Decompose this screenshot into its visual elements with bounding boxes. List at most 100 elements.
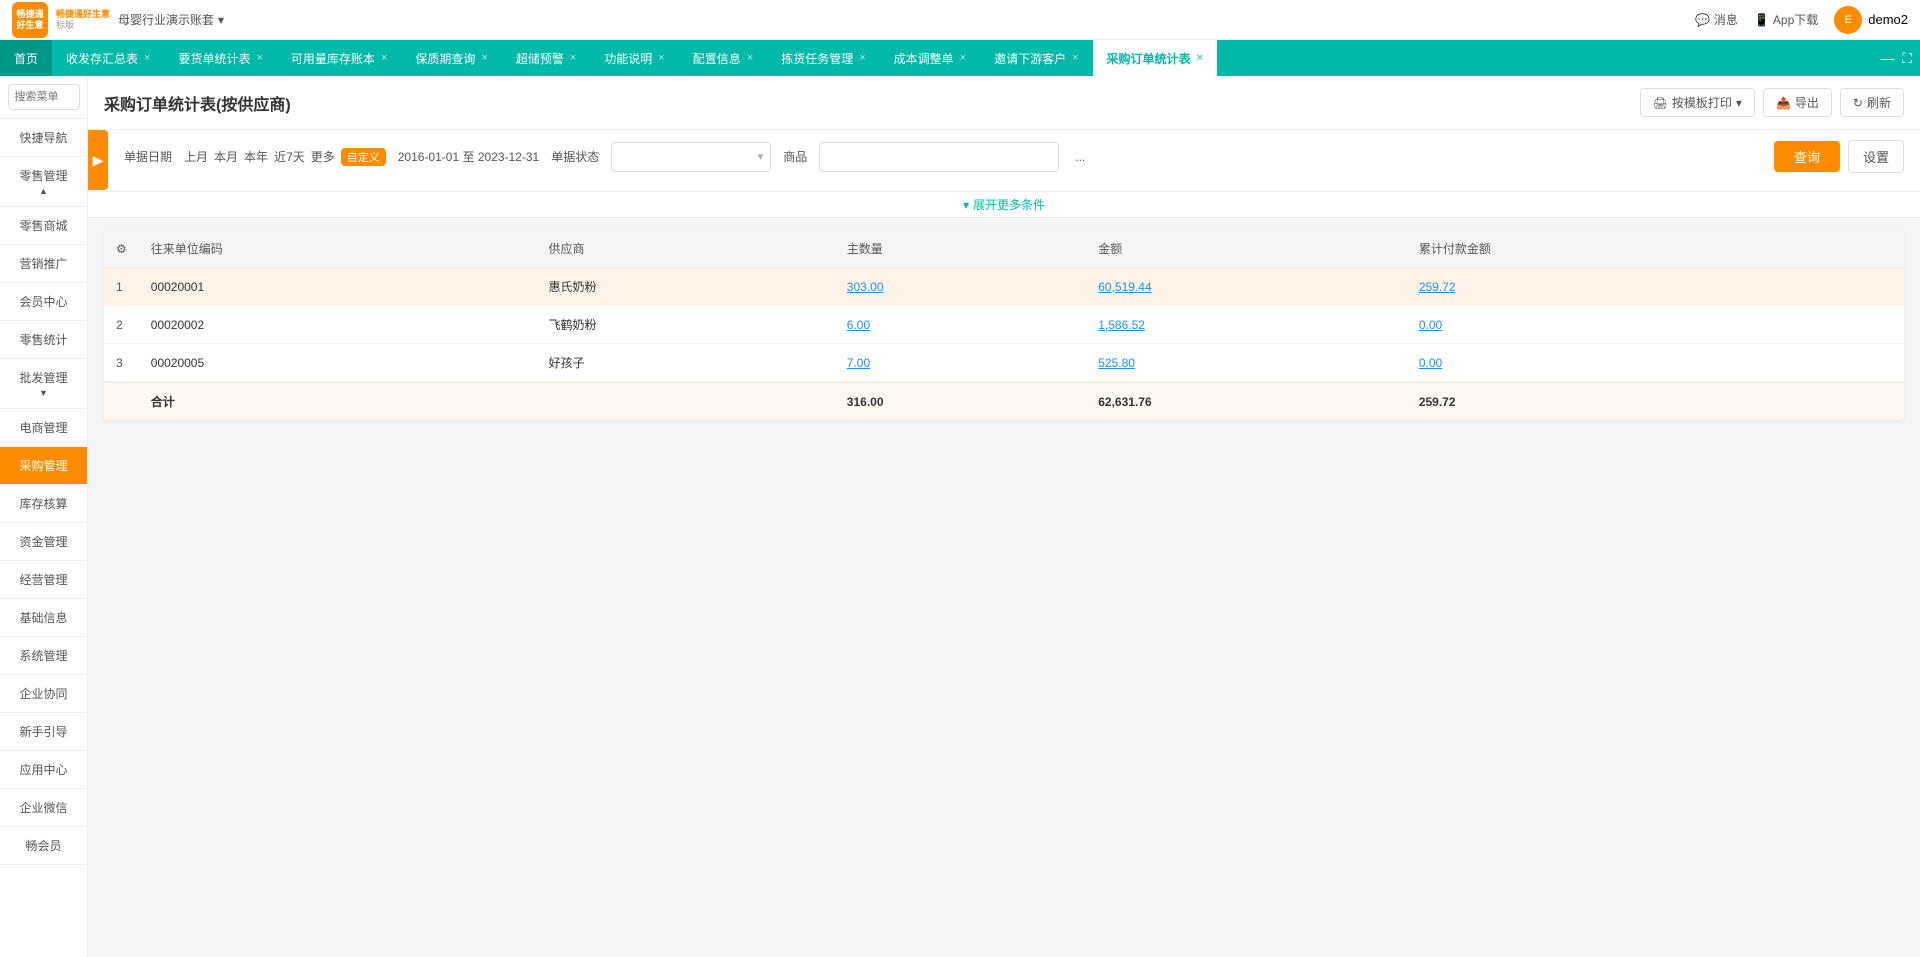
col-settings[interactable]: ⚙ (104, 230, 139, 268)
sidebar-item-quick-nav[interactable]: 快捷导航 (0, 119, 87, 157)
workspace-selector[interactable]: 母婴行业演示账套 ▾ (118, 11, 224, 28)
date-custom-badge[interactable]: 自定义 (341, 148, 386, 166)
status-select[interactable] (611, 142, 771, 172)
nav-tab-cost-adjust[interactable]: 成本调整单 × (880, 40, 980, 76)
row-index: 3 (104, 344, 139, 383)
sidebar-item-label: 批发管理 (19, 369, 67, 386)
nav-tab-pick-task[interactable]: 拣货任务管理 × (767, 40, 879, 76)
close-icon[interactable]: × (1197, 52, 1203, 64)
close-icon[interactable]: × (144, 52, 150, 64)
status-select-wrapper (611, 142, 771, 172)
col-supplier-header: 供应商 (536, 230, 834, 268)
sidebar-item-purchase[interactable]: 采购管理 (0, 447, 87, 485)
sidebar-item-marketing[interactable]: 营销推广 (0, 245, 87, 283)
sidebar-item-retail-stats[interactable]: 零售统计 (0, 321, 87, 359)
sidebar-item-ecommerce[interactable]: 电商管理 (0, 409, 87, 447)
close-icon[interactable]: × (859, 52, 865, 64)
row-amount[interactable]: 1,586.52 (1086, 306, 1407, 344)
sidebar-item-wechat[interactable]: 企业微信 (0, 789, 87, 827)
more-icon[interactable]: ... (1075, 150, 1085, 164)
data-table: ⚙ 往来单位编码 供应商 主数量 金额 累计付款金额 1 00020001 (104, 230, 1904, 420)
close-icon[interactable]: × (747, 52, 753, 64)
sidebar-item-inventory[interactable]: 库存核算 (0, 485, 87, 523)
sidebar-item-basic-info[interactable]: 基础信息 (0, 599, 87, 637)
row-amount[interactable]: 525.80 (1086, 344, 1407, 383)
workspace-arrow-icon: ▾ (218, 13, 224, 27)
download-icon: 📱 (1754, 13, 1769, 27)
message-button[interactable]: 💬 消息 (1695, 11, 1738, 28)
close-icon[interactable]: × (570, 52, 576, 64)
maximize-icon[interactable]: ⛶ (1902, 50, 1912, 67)
row-quantity[interactable]: 6.00 (835, 306, 1086, 344)
row-supplier: 好孩子 (536, 344, 834, 383)
table-footer: 合计 316.00 62,631.76 259.72 (104, 382, 1904, 420)
chevron-down-icon: ▼ (39, 388, 48, 398)
sidebar-item-operations[interactable]: 经营管理 (0, 561, 87, 599)
sidebar-item-retail-mgmt[interactable]: 零售管理 ▲ (0, 157, 87, 207)
sidebar-item-finance[interactable]: 资金管理 (0, 523, 87, 561)
sidebar-item-wholesale[interactable]: 批发管理 ▼ (0, 359, 87, 409)
sidebar-item-system[interactable]: 系统管理 (0, 637, 87, 675)
sidebar-item-app-center[interactable]: 应用中心 (0, 751, 87, 789)
user-menu[interactable]: E demo2 (1834, 6, 1908, 34)
row-supplier: 飞鹤奶粉 (536, 306, 834, 344)
tab-label: 收发存汇总表 (66, 50, 138, 67)
date-shortcut-last-month[interactable]: 上月 (184, 148, 208, 165)
arrow-right-icon: ▶ (93, 152, 104, 169)
row-extra (1805, 344, 1904, 383)
close-icon[interactable]: × (256, 52, 262, 64)
nav-tab-available-stock[interactable]: 可用量库存账本 × (277, 40, 401, 76)
row-extra (1805, 306, 1904, 344)
row-amount[interactable]: 60,519.44 (1086, 268, 1407, 306)
row-paid[interactable]: 0.00 (1407, 306, 1805, 344)
sidebar-item-newbie[interactable]: 新手引导 (0, 713, 87, 751)
print-button[interactable]: 🖨 按模板打印 ▾ (1640, 88, 1755, 117)
refresh-icon: ↻ (1853, 96, 1863, 110)
sidebar-item-members[interactable]: 会员中心 (0, 283, 87, 321)
search-input[interactable] (8, 84, 80, 110)
close-icon[interactable]: × (481, 52, 487, 64)
date-shortcut-this-month[interactable]: 本月 (214, 148, 238, 165)
sidebar-item-label: 零售管理 (19, 167, 67, 184)
minimize-icon[interactable]: — (1880, 50, 1894, 66)
close-icon[interactable]: × (381, 52, 387, 64)
nav-tab-help[interactable]: 功能说明 × (590, 40, 678, 76)
sidebar-item-member-plan[interactable]: 畅会员 (0, 827, 87, 865)
close-icon[interactable]: × (658, 52, 664, 64)
row-quantity[interactable]: 7.00 (835, 344, 1086, 383)
nav-tab-config[interactable]: 配置信息 × (679, 40, 767, 76)
filter-expand-arrow[interactable]: ▶ (88, 130, 108, 190)
nav-tab-purchase-stats[interactable]: 采购订单统计表 × (1093, 40, 1217, 76)
query-button[interactable]: 查询 (1774, 141, 1840, 172)
nav-tab-receive-summary[interactable]: 收发存汇总表 × (52, 40, 164, 76)
table-header-row: ⚙ 往来单位编码 供应商 主数量 金额 累计付款金额 (104, 230, 1904, 268)
nav-tab-order-stats[interactable]: 要货单统计表 × (164, 40, 276, 76)
nav-tab-home[interactable]: 首页 (0, 40, 52, 76)
sidebar-item-enterprise[interactable]: 企业协同 (0, 675, 87, 713)
table-wrapper: ⚙ 往来单位编码 供应商 主数量 金额 累计付款金额 1 00020001 (88, 218, 1920, 957)
settings-col-icon: ⚙ (116, 242, 127, 256)
date-shortcut-this-year[interactable]: 本年 (244, 148, 268, 165)
nav-tab-expiry[interactable]: 保质期查询 × (401, 40, 501, 76)
sidebar-item-label: 会员中心 (19, 293, 67, 310)
close-icon[interactable]: × (960, 52, 966, 64)
close-icon[interactable]: × (1072, 52, 1078, 64)
tab-label: 超储预警 (516, 50, 564, 67)
sidebar-item-label: 营销推广 (19, 255, 67, 272)
goods-input[interactable] (819, 142, 1059, 172)
date-shortcut-more[interactable]: 更多 (311, 148, 335, 165)
refresh-button[interactable]: ↻ 刷新 (1840, 88, 1904, 117)
export-button[interactable]: 📤 导出 (1763, 88, 1832, 117)
sidebar-item-label: 新手引导 (19, 723, 67, 740)
app-download-button[interactable]: 📱 App下载 (1754, 11, 1818, 28)
sidebar-item-retail-mall[interactable]: 零售商城 (0, 207, 87, 245)
row-code: 00020005 (139, 344, 537, 383)
row-paid[interactable]: 259.72 (1407, 268, 1805, 306)
settings-button[interactable]: 设置 (1848, 140, 1904, 173)
row-quantity[interactable]: 303.00 (835, 268, 1086, 306)
row-paid[interactable]: 0.00 (1407, 344, 1805, 383)
nav-tab-overstock[interactable]: 超储预警 × (502, 40, 590, 76)
expand-conditions-button[interactable]: ▾ 展开更多条件 (963, 196, 1045, 213)
nav-tab-invite-downstream[interactable]: 邀请下游客户 × (980, 40, 1092, 76)
date-shortcut-7days[interactable]: 近7天 (274, 148, 305, 165)
